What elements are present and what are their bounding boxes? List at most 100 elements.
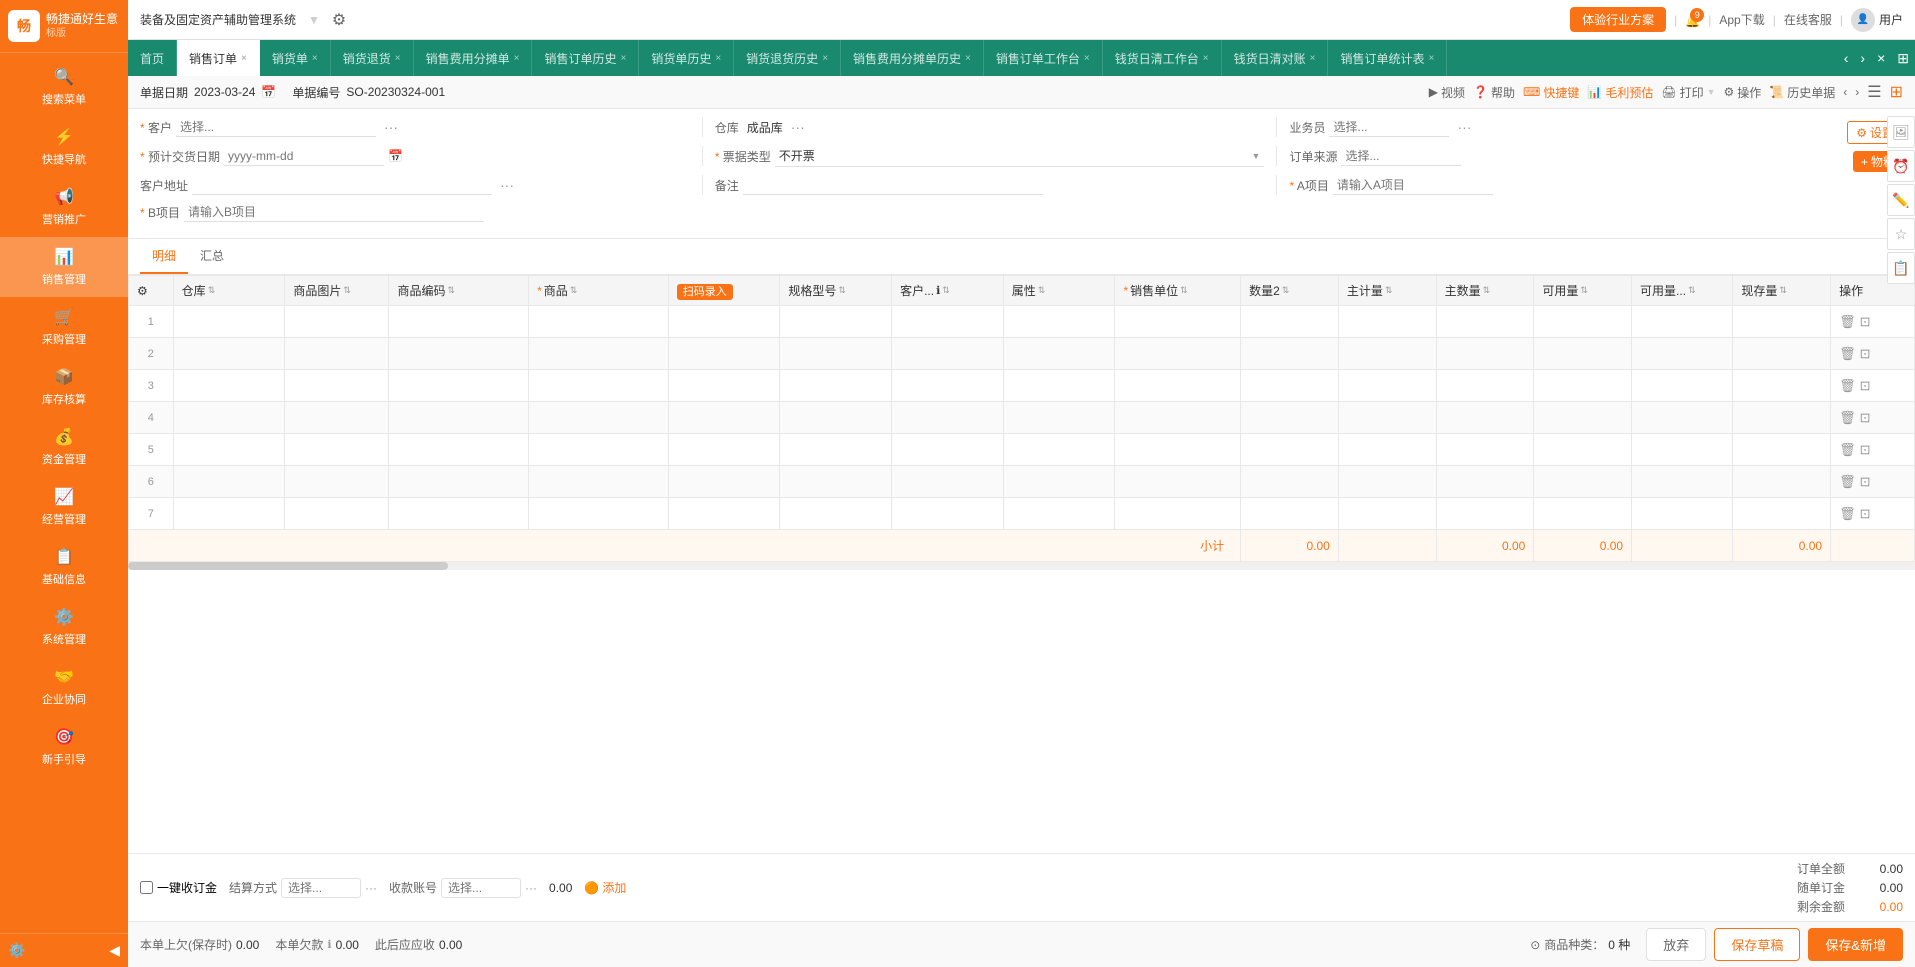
right-panel-edit-btn[interactable]: ✏️ xyxy=(1887,184,1915,216)
customer-more-icon[interactable]: ··· xyxy=(384,119,398,135)
staff-input[interactable] xyxy=(1329,118,1449,137)
app-download-link[interactable]: App下载 xyxy=(1719,11,1764,28)
sidebar-item-inventory[interactable]: 📦 库存核算 xyxy=(0,357,128,417)
tab-sales-order[interactable]: 销售订单 × xyxy=(177,40,260,76)
tab-close-expense-split[interactable]: × xyxy=(514,53,520,64)
staff-more-icon[interactable]: ··· xyxy=(1457,119,1471,135)
collapse-icon[interactable]: ◀ xyxy=(109,942,120,959)
row-copy-btn-2[interactable]: ⊡ xyxy=(1860,346,1871,362)
tab-sales-expense-history[interactable]: 销售费用分摊单历史 × xyxy=(841,40,984,76)
row-delete-btn-7[interactable]: 🗑 xyxy=(1839,506,1856,522)
grid-layout-btn[interactable]: ⊞ xyxy=(1890,82,1903,102)
delivery-calendar-icon[interactable]: 📅 xyxy=(388,149,403,163)
payment-method-more-icon[interactable]: ··· xyxy=(365,881,377,895)
sidebar-item-search[interactable]: 🔍 搜索菜单 xyxy=(0,57,128,117)
sidebar-item-marketing[interactable]: 📢 营销推广 xyxy=(0,177,128,237)
customer-input[interactable] xyxy=(176,118,376,137)
b-project-input[interactable] xyxy=(184,203,484,222)
address-more-icon[interactable]: ··· xyxy=(500,177,514,193)
account-input[interactable] xyxy=(441,878,521,898)
sidebar-item-system[interactable]: ⚙️ 系统管理 xyxy=(0,597,128,657)
operation-btn[interactable]: ⚙ 操作 xyxy=(1724,84,1762,101)
toolbar-prev-icon[interactable]: ‹ xyxy=(1843,85,1847,99)
row-copy-btn-4[interactable]: ⊡ xyxy=(1860,410,1871,426)
profit-btn[interactable]: 📊 毛利预估 xyxy=(1587,84,1653,101)
tab-close-expense-history[interactable]: × xyxy=(965,53,971,64)
save-draft-btn[interactable]: 保存草稿 xyxy=(1714,928,1800,961)
order-source-input[interactable] xyxy=(1341,147,1461,166)
view-btn[interactable]: ▶ 视频 xyxy=(1429,84,1465,101)
tab-home[interactable]: 首页 xyxy=(128,40,177,76)
tab-close-order-workbench[interactable]: × xyxy=(1084,53,1090,64)
history-btn[interactable]: 📜 历史单据 xyxy=(1769,84,1835,101)
row-delete-btn-6[interactable]: 🗑 xyxy=(1839,474,1856,490)
tab-menu-btn[interactable]: ⊞ xyxy=(1891,50,1915,67)
th-product-name[interactable]: *商品⇅ xyxy=(529,276,669,306)
sidebar-item-enterprise[interactable]: 🤝 企业协同 xyxy=(0,657,128,717)
right-panel-time-btn[interactable]: ⏰ xyxy=(1887,150,1915,182)
row-delete-btn-3[interactable]: 🗑 xyxy=(1839,378,1856,394)
sidebar-item-operations[interactable]: 📈 经营管理 xyxy=(0,477,128,537)
help-btn[interactable]: ❓ 帮助 xyxy=(1473,84,1515,101)
row-copy-btn-5[interactable]: ⊡ xyxy=(1860,442,1871,458)
sidebar-item-newbie[interactable]: 🎯 新手引导 xyxy=(0,717,128,777)
shortcut-btn[interactable]: ⌨ 快捷键 xyxy=(1523,84,1579,101)
right-panel-image-btn[interactable]: 🖼 xyxy=(1887,116,1915,148)
th-current-qty[interactable]: 现存量⇅ xyxy=(1733,276,1831,306)
right-panel-star-btn[interactable]: ☆ xyxy=(1887,218,1915,250)
tab-cash-daily-workbench[interactable]: 钱货日清工作台 × xyxy=(1103,40,1222,76)
tab-cash-daily-reconcile[interactable]: 钱货日清对账 × xyxy=(1222,40,1329,76)
th-available-qty[interactable]: 可用量⇅ xyxy=(1534,276,1632,306)
a-project-input[interactable] xyxy=(1333,176,1493,195)
th-attribute[interactable]: 属性⇅ xyxy=(1003,276,1115,306)
right-panel-clipboard-btn[interactable]: 📋 xyxy=(1887,252,1915,284)
row-delete-btn-4[interactable]: 🗑 xyxy=(1839,410,1856,426)
user-menu[interactable]: 👤 用户 xyxy=(1851,8,1903,32)
toolbar-next-icon[interactable]: › xyxy=(1855,85,1859,99)
th-product-code[interactable]: 商品编码⇅ xyxy=(389,276,529,306)
scan-btn[interactable]: 扫码录入 xyxy=(677,284,733,300)
remark-input[interactable] xyxy=(743,176,1043,195)
notification-icon[interactable]: 🔔 9 xyxy=(1685,12,1700,28)
tab-sales-expense-split[interactable]: 销售费用分摊单 × xyxy=(414,40,533,76)
tab-sales-order-stats[interactable]: 销售订单统计表 × xyxy=(1328,40,1447,76)
settings-bottom-icon[interactable]: ⚙️ xyxy=(8,942,25,959)
subtab-summary[interactable]: 汇总 xyxy=(188,239,236,274)
sidebar-item-basic[interactable]: 📋 基础信息 xyxy=(0,537,128,597)
th-spec-type[interactable]: 规格型号⇅ xyxy=(780,276,892,306)
tab-close-order-history[interactable]: × xyxy=(620,53,626,64)
delivery-date-input[interactable] xyxy=(224,147,384,166)
tab-close-return-history[interactable]: × xyxy=(715,53,721,64)
tab-sales-return[interactable]: 销货单 × xyxy=(260,40,331,76)
customer-address-input[interactable] xyxy=(192,176,492,195)
th-settings[interactable]: ⚙ xyxy=(129,276,174,306)
th-sales-unit[interactable]: *销售单位⇅ xyxy=(1115,276,1241,306)
tab-sales-refund[interactable]: 销货退货 × xyxy=(331,40,414,76)
row-delete-btn-2[interactable]: 🗑 xyxy=(1839,346,1856,362)
tab-close-cash-reconcile[interactable]: × xyxy=(1310,53,1316,64)
save-new-btn[interactable]: 保存&新增 xyxy=(1808,928,1903,961)
topbar-settings-icon[interactable]: ⚙ xyxy=(332,10,346,30)
tab-sales-return-history[interactable]: 销货单历史 × xyxy=(639,40,734,76)
add-payment-btn[interactable]: 🟠 添加 xyxy=(584,879,626,896)
tab-sales-order-workbench[interactable]: 销售订单工作台 × xyxy=(984,40,1103,76)
sidebar-item-finance[interactable]: 💰 资金管理 xyxy=(0,417,128,477)
quick-payment-check[interactable] xyxy=(140,881,153,894)
th-main-qty[interactable]: 主数量⇅ xyxy=(1436,276,1534,306)
quick-payment-checkbox[interactable]: 一键收订金 xyxy=(140,879,217,896)
row-copy-btn-1[interactable]: ⊡ xyxy=(1860,314,1871,330)
print-btn[interactable]: 🖨 打印 ▼ xyxy=(1661,84,1715,101)
tab-next-btn[interactable]: › xyxy=(1854,50,1871,66)
sidebar-item-sales[interactable]: 📊 销售管理 xyxy=(0,237,128,297)
tab-prev-btn[interactable]: ‹ xyxy=(1838,50,1855,66)
th-available-qty2[interactable]: 可用量...⇅ xyxy=(1632,276,1733,306)
th-qty2[interactable]: 数量2⇅ xyxy=(1241,276,1339,306)
row-copy-btn-7[interactable]: ⊡ xyxy=(1860,506,1871,522)
tab-close-sales-order[interactable]: × xyxy=(241,53,247,64)
warehouse-more-icon[interactable]: ··· xyxy=(791,119,805,135)
payment-method-input[interactable] xyxy=(281,878,361,898)
tab-close-stats[interactable]: × xyxy=(1428,53,1434,64)
tab-close-sales-refund[interactable]: × xyxy=(395,53,401,64)
row-copy-btn-6[interactable]: ⊡ xyxy=(1860,474,1871,490)
tab-sales-order-history[interactable]: 销售订单历史 × xyxy=(532,40,639,76)
